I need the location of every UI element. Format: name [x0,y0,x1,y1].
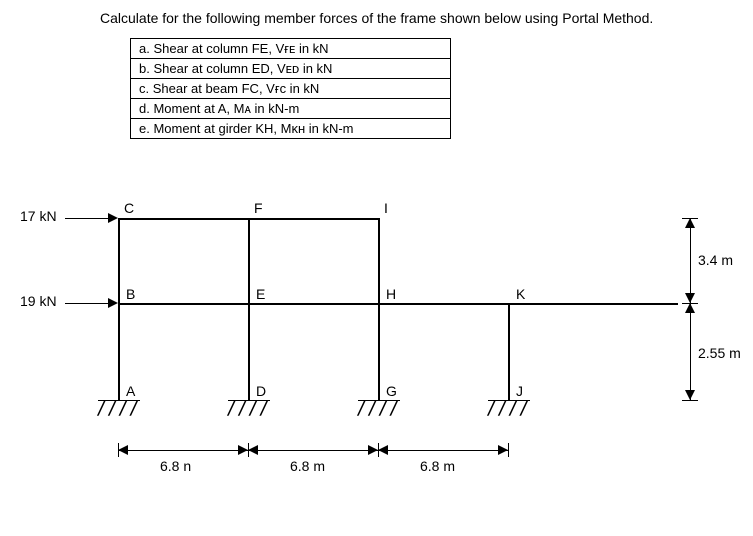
dim-span1-line [118,450,248,451]
node-I: I [384,200,388,216]
node-B: B [126,286,135,302]
node-E: E [256,286,265,302]
load-top-label: 17 kN [20,208,57,224]
question-c: c. Shear at beam FC, Vғᴄ in kN [131,79,451,99]
support-G: //// [356,398,399,419]
dim-span3-ra [498,445,508,455]
rt-tick2 [682,303,698,304]
node-D: D [256,383,266,399]
rt-tick1 [682,218,698,219]
dim-span3-line [378,450,508,451]
support-A: //// [96,398,139,419]
dim-span1-ra [238,445,248,455]
frame-diagram: 17 kN 19 kN C F I B E H K A D G J //// /… [20,200,720,520]
dim-h-top: 3.4 m [698,252,733,268]
question-d: d. Moment at A, Mᴀ in kN-m [131,99,451,119]
node-G: G [386,383,397,399]
load-bot-arrow-head [108,298,118,308]
dim-h1-da [685,293,695,303]
support-D: //// [226,398,269,419]
dim-span1-la [118,445,128,455]
beam-CFI [118,218,380,220]
node-J: J [516,383,523,399]
dim-h2-da [685,390,695,400]
question-e: e. Moment at girder KH, Mᴋʜ in kN-m [131,119,451,139]
node-A: A [126,383,135,399]
support-J: //// [486,398,529,419]
tick1 [118,443,119,457]
node-H: H [386,286,396,302]
dim-span2-ra [368,445,378,455]
tick2 [248,443,249,457]
tick4 [508,443,509,457]
node-C: C [124,200,134,216]
problem-prompt: Calculate for the following member force… [100,10,733,26]
question-a: a. Shear at column FE, Vғᴇ in kN [131,39,451,59]
load-bot-label: 19 kN [20,293,57,309]
col-GHI [378,218,380,400]
load-bot-arrow-line [65,303,110,304]
load-top-arrow-head [108,213,118,223]
col-DEF [248,218,250,400]
dim-span3-la [378,445,388,455]
col-JK [508,303,510,400]
dim-span2-la [248,445,258,455]
load-top-arrow-line [65,218,110,219]
dim-span1: 6.8 n [160,458,191,474]
dim-h-bot: 2.55 m [698,345,741,361]
node-K: K [516,286,525,302]
beam-BEHK [118,303,678,305]
dim-h1-ua [685,218,695,228]
dim-h2-ua [685,303,695,313]
col-ABC [118,218,120,400]
rt-tick3 [682,400,698,401]
node-F: F [254,200,263,216]
question-b: b. Shear at column ED, Vᴇᴅ in kN [131,59,451,79]
tick3 [378,443,379,457]
dim-span2-line [248,450,378,451]
question-table: a. Shear at column FE, Vғᴇ in kN b. Shea… [130,38,451,139]
dim-span2: 6.8 m [290,458,325,474]
dim-span3: 6.8 m [420,458,455,474]
